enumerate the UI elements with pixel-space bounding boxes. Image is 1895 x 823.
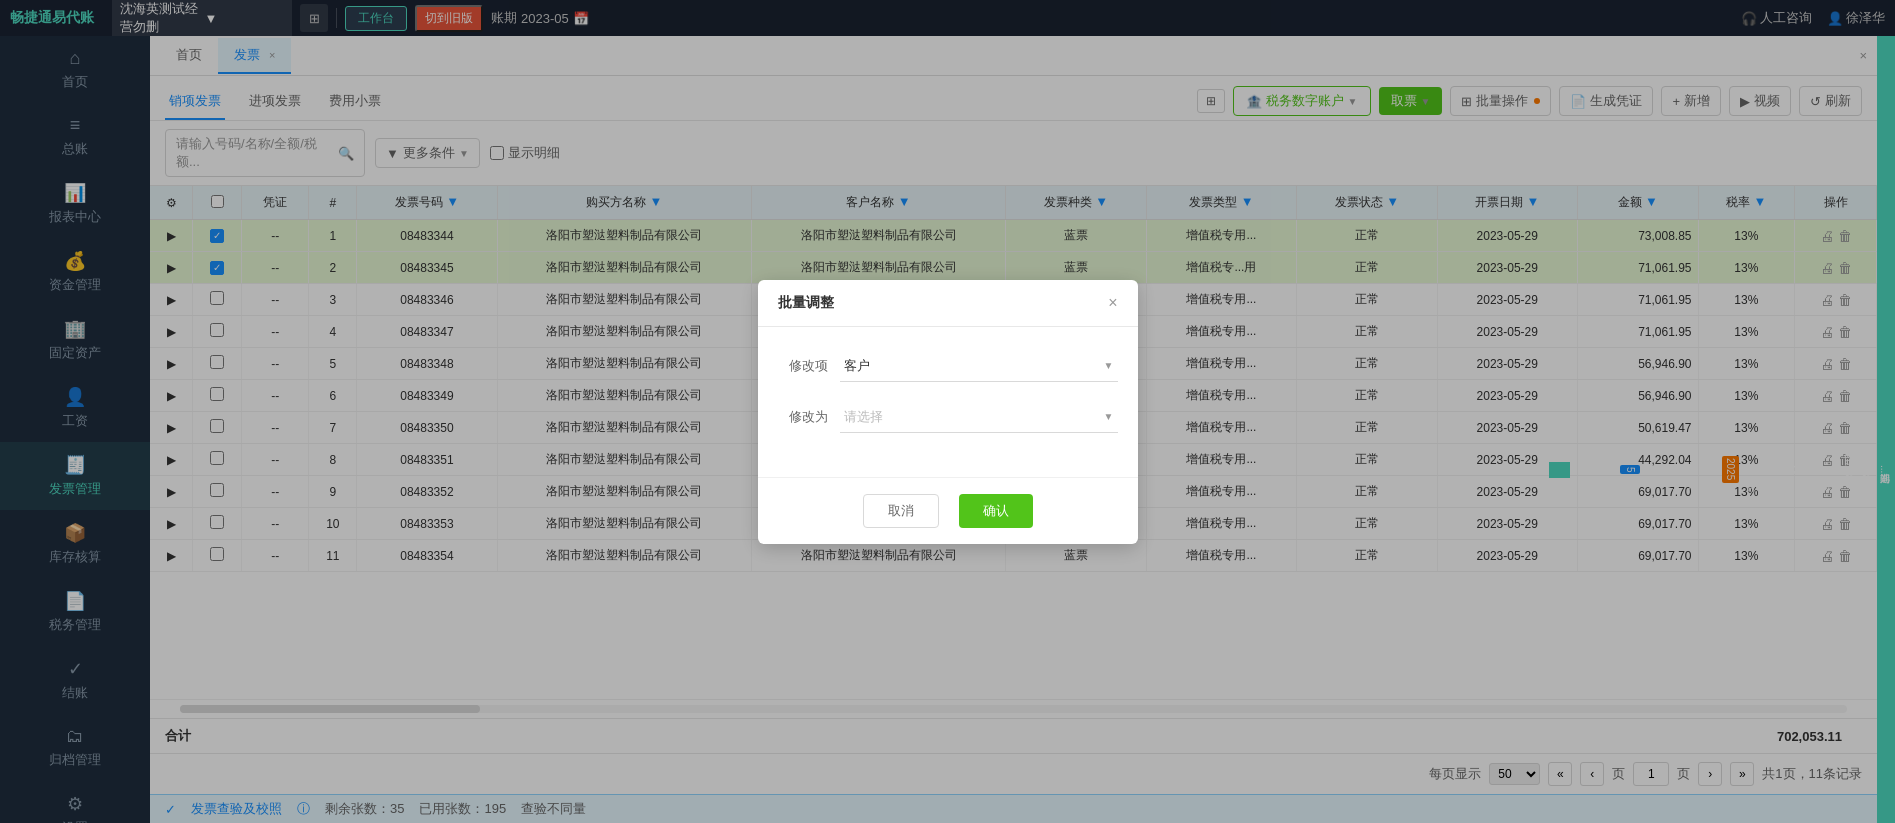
modify-to-label: 修改为 — [778, 408, 828, 426]
modify-field-label: 修改项 — [778, 357, 828, 375]
modal-overlay[interactable]: 批量调整 × 修改项 客户 ▼ 修改为 请选择 ▼ 取消 确认 — [0, 0, 1895, 823]
modal-footer: 取消 确认 — [758, 477, 1138, 544]
modal-close-button[interactable]: × — [1108, 294, 1117, 312]
modify-field-row: 修改项 客户 ▼ — [778, 351, 1118, 382]
modify-to-placeholder: 请选择 — [844, 408, 883, 426]
modify-field-dropdown-icon: ▼ — [1104, 360, 1114, 371]
modify-field-value: 客户 — [844, 357, 870, 375]
modal-body: 修改项 客户 ▼ 修改为 请选择 ▼ — [758, 327, 1138, 477]
modify-to-select[interactable]: 请选择 ▼ — [840, 402, 1118, 433]
modify-field-select[interactable]: 客户 ▼ — [840, 351, 1118, 382]
modify-to-row: 修改为 请选择 ▼ — [778, 402, 1118, 433]
modal-title: 批量调整 — [778, 294, 834, 312]
modify-to-dropdown-icon: ▼ — [1104, 411, 1114, 422]
cancel-button[interactable]: 取消 — [863, 494, 939, 528]
modal-header: 批量调整 × — [758, 280, 1138, 327]
confirm-button[interactable]: 确认 — [959, 494, 1033, 528]
batch-adjust-modal: 批量调整 × 修改项 客户 ▼ 修改为 请选择 ▼ 取消 确认 — [758, 280, 1138, 544]
